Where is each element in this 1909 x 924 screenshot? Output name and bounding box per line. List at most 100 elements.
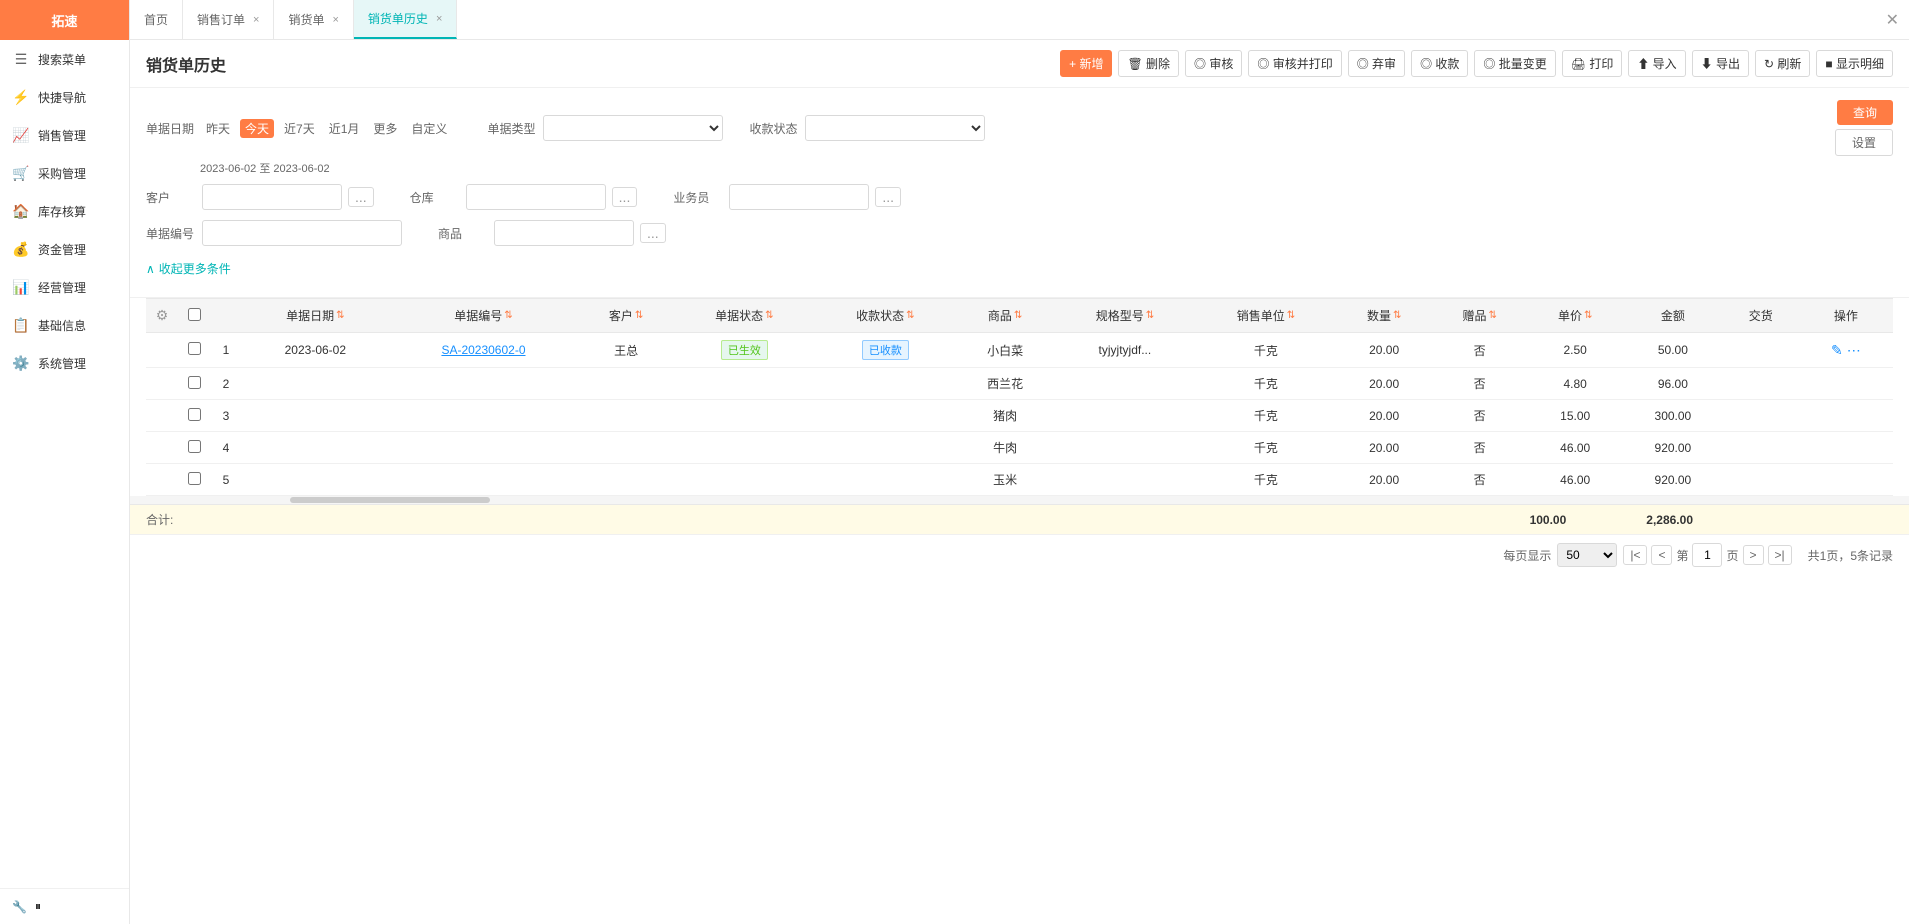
payment-status-select[interactable]: [805, 115, 985, 141]
row-checkbox[interactable]: [188, 408, 201, 421]
settings-icon[interactable]: ⚙: [156, 307, 169, 323]
sidebar-item-system-mgmt[interactable]: ⚙️ 系统管理: [0, 344, 129, 382]
date-option-1month[interactable]: 近1月: [325, 119, 364, 138]
doc-type-label: 单据类型: [487, 120, 537, 137]
th-doc-status[interactable]: 单据状态⇅: [674, 299, 815, 333]
th-spec-type[interactable]: 规格型号⇅: [1054, 299, 1195, 333]
sidebar-item-quick-nav[interactable]: ⚡ 快捷导航: [0, 78, 129, 116]
td-doc-no: [389, 432, 579, 464]
sidebar-item-label: 销售管理: [38, 127, 86, 144]
setup-button[interactable]: 设置: [1835, 129, 1893, 156]
tab-home[interactable]: 首页: [130, 0, 183, 39]
date-option-more[interactable]: 更多: [369, 119, 401, 138]
inventory-icon: 🏠: [12, 202, 30, 220]
th-unit-price[interactable]: 单价⇅: [1527, 299, 1623, 333]
select-all-checkbox[interactable]: [188, 308, 201, 321]
th-sales-unit[interactable]: 销售单位⇅: [1195, 299, 1336, 333]
print-button[interactable]: 🖨 打印: [1562, 50, 1623, 77]
next-page-btn[interactable]: >: [1743, 545, 1764, 565]
customer-input[interactable]: [202, 184, 342, 210]
edit-btn[interactable]: ✎: [1831, 342, 1843, 358]
abandon-button[interactable]: ◎ 弃审: [1348, 50, 1405, 77]
sidebar-item-search-menu[interactable]: ☰ 搜索菜单: [0, 40, 129, 78]
tab-sales-delivery[interactable]: 销货单 ×: [274, 0, 353, 39]
th-quantity[interactable]: 数量⇅: [1336, 299, 1432, 333]
td-doc-status: [674, 400, 815, 432]
customer-dots-btn[interactable]: ...: [348, 187, 374, 207]
collect-button[interactable]: ◎ 收款: [1411, 50, 1468, 77]
tab-sales-history-label: 销货单历史: [368, 10, 428, 27]
more-btn[interactable]: ⋯: [1847, 342, 1861, 358]
filter-row-2: 客户 ... 仓库 ... 业务员 ...: [146, 184, 1893, 210]
last-page-btn[interactable]: >|: [1768, 545, 1792, 565]
page-label: 第: [1676, 547, 1688, 564]
td-transaction: [1723, 432, 1799, 464]
audit-button[interactable]: ◎ 审核: [1185, 50, 1242, 77]
row-checkbox[interactable]: [188, 472, 201, 485]
collapse-btn[interactable]: ∧ 收起更多条件: [146, 260, 1893, 277]
product-dots-btn[interactable]: ...: [640, 223, 666, 243]
th-customer[interactable]: 客户⇅: [578, 299, 674, 333]
show-detail-button[interactable]: ■ 显示明细: [1816, 50, 1893, 77]
date-option-today[interactable]: 今天: [240, 119, 274, 138]
row-checkbox[interactable]: [188, 440, 201, 453]
tab-sales-history-close[interactable]: ×: [436, 13, 442, 25]
salesperson-dots-btn[interactable]: ...: [875, 187, 901, 207]
row-checkbox[interactable]: [188, 342, 201, 355]
audit-print-button[interactable]: ◎ 审核并打印: [1248, 50, 1341, 77]
td-transaction: [1723, 368, 1799, 400]
th-product[interactable]: 商品⇅: [956, 299, 1055, 333]
th-doc-date[interactable]: 单据日期⇅: [242, 299, 389, 333]
doc-type-select[interactable]: [543, 115, 723, 141]
product-input[interactable]: [494, 220, 634, 246]
th-doc-no[interactable]: 单据编号⇅: [389, 299, 579, 333]
warehouse-input[interactable]: [466, 184, 606, 210]
per-page-select[interactable]: 50: [1557, 543, 1617, 567]
filter-row-3: 单据编号 商品 ...: [146, 220, 1893, 246]
warehouse-dots-btn[interactable]: ...: [612, 187, 638, 207]
query-button[interactable]: 查询: [1837, 100, 1893, 125]
doc-no-link[interactable]: SA-20230602-0: [441, 343, 525, 357]
td-customer: 王总: [578, 333, 674, 368]
td-operation: [1799, 464, 1893, 496]
td-operation: ✎⋯: [1799, 333, 1893, 368]
refresh-button[interactable]: ↻ 刷新: [1755, 50, 1810, 77]
td-row-no: 2: [210, 368, 242, 400]
sidebar-item-operations[interactable]: 📊 经营管理: [0, 268, 129, 306]
tab-sales-delivery-close[interactable]: ×: [332, 14, 338, 26]
th-payment-status[interactable]: 收款状态⇅: [815, 299, 956, 333]
sidebar-item-sales-mgmt[interactable]: 📈 销售管理: [0, 116, 129, 154]
sort-unit-price-icon: ⇅: [1584, 310, 1592, 321]
date-option-yesterday[interactable]: 昨天: [202, 119, 234, 138]
batch-change-button[interactable]: ◎ 批量变更: [1474, 50, 1555, 77]
prev-page-btn[interactable]: <: [1651, 545, 1672, 565]
delete-button[interactable]: 🗑 删除: [1118, 50, 1179, 77]
sidebar-item-base-info[interactable]: 📋 基础信息: [0, 306, 129, 344]
window-close-btn[interactable]: ✕: [1886, 10, 1899, 30]
row-checkbox[interactable]: [188, 376, 201, 389]
scrollbar-area[interactable]: [130, 496, 1909, 504]
sidebar-item-label: 库存核算: [38, 203, 86, 220]
page-number-input[interactable]: [1692, 543, 1722, 567]
filter-divider: ∧ 收起更多条件: [146, 256, 1893, 285]
sidebar-bottom-icon2[interactable]: ⏸: [35, 899, 41, 914]
tab-sales-history[interactable]: 销货单历史 ×: [354, 0, 457, 39]
salesperson-input[interactable]: [729, 184, 869, 210]
import-button[interactable]: ⬆ 导入: [1628, 50, 1685, 77]
first-page-btn[interactable]: |<: [1623, 545, 1647, 565]
sidebar-item-inventory[interactable]: 🏠 库存核算: [0, 192, 129, 230]
th-gift[interactable]: 赠品⇅: [1432, 299, 1528, 333]
new-button[interactable]: + 新增: [1060, 50, 1112, 77]
export-button[interactable]: ⬇ 导出: [1692, 50, 1749, 77]
sidebar-bottom-icon1[interactable]: 🔧: [12, 900, 27, 914]
tab-sales-order[interactable]: 销售订单 ×: [183, 0, 274, 39]
doc-no-input[interactable]: [202, 220, 402, 246]
tab-sales-order-close[interactable]: ×: [253, 14, 259, 26]
date-option-7days[interactable]: 近7天: [280, 119, 319, 138]
customer-filter-label: 客户: [146, 189, 196, 206]
date-option-custom[interactable]: 自定义: [407, 119, 451, 138]
sidebar-item-finance[interactable]: 💰 资金管理: [0, 230, 129, 268]
sidebar-item-purchase-mgmt[interactable]: 🛒 采购管理: [0, 154, 129, 192]
td-doc-date: [242, 464, 389, 496]
scrollbar-thumb[interactable]: [290, 497, 490, 503]
